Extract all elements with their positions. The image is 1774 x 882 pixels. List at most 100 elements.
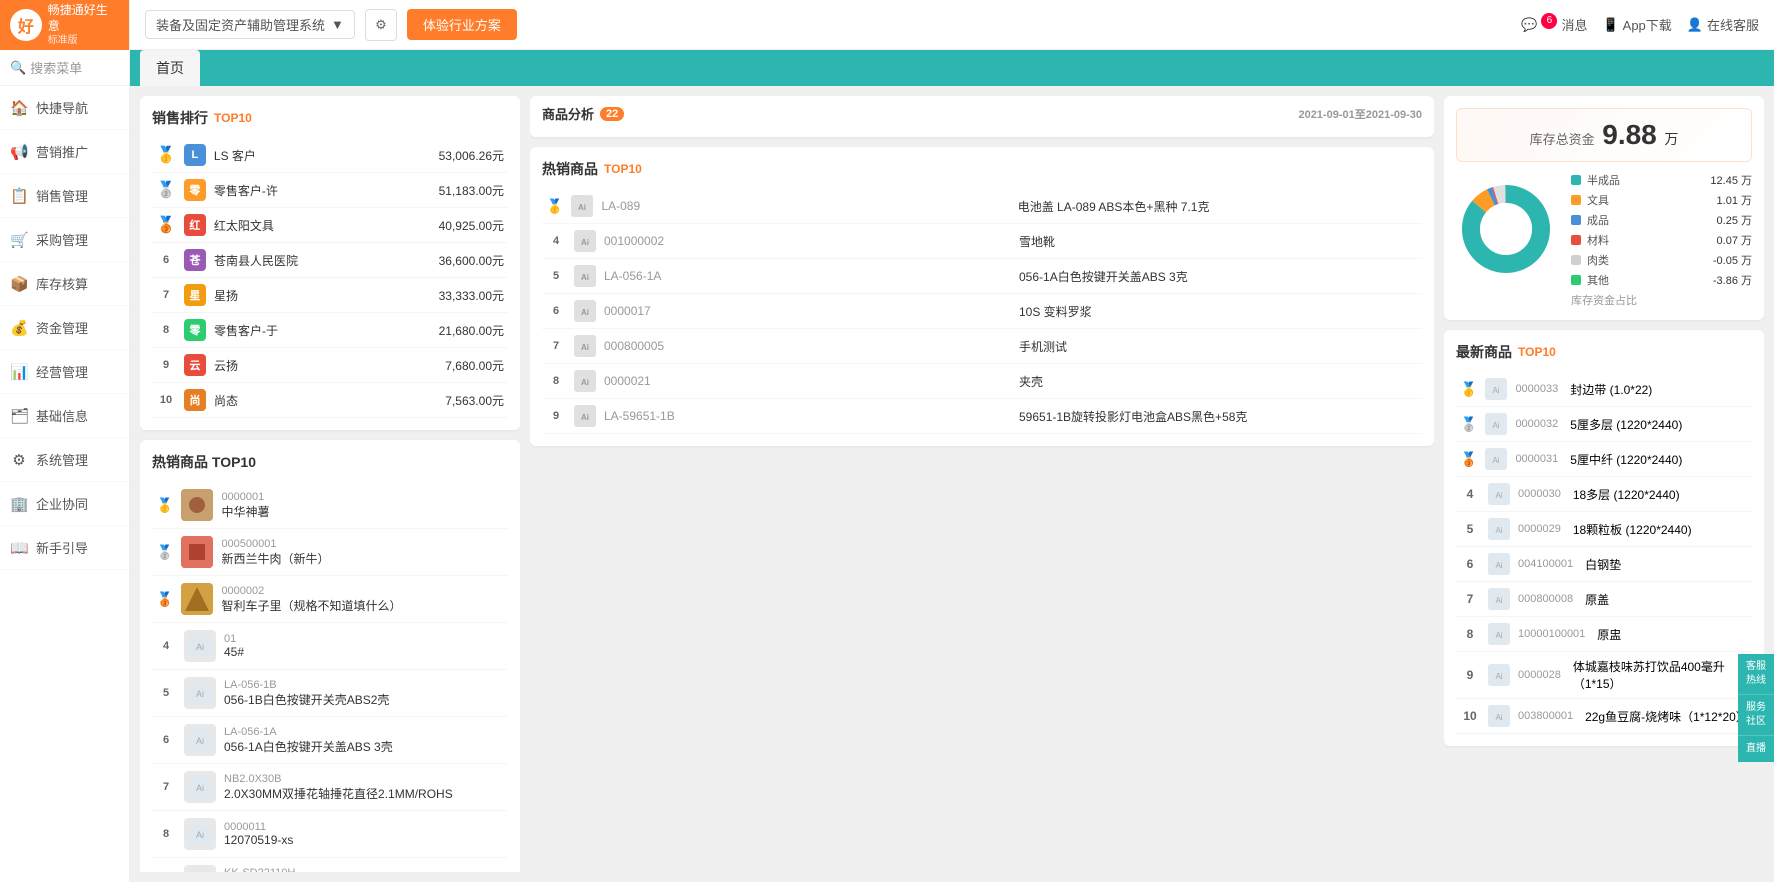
app-download-label: App下载	[1623, 15, 1672, 34]
product-thumbnail	[181, 536, 213, 568]
system-icon: ⚙	[10, 451, 28, 469]
customer-value: 21,680.00元	[439, 322, 504, 339]
service-community-button[interactable]: 服务 社区	[1738, 695, 1774, 736]
sidebar-item-marketing[interactable]: 📢 营销推广	[0, 130, 129, 174]
product-code: LA-59651-1B	[604, 409, 1003, 423]
legend-item: 肉类 -0.05 万	[1571, 252, 1752, 268]
sidebar-item-foundation[interactable]: 🗂 基础信息	[0, 394, 129, 438]
svg-text:Ai: Ai	[196, 830, 204, 840]
svg-text:Ai: Ai	[1495, 561, 1502, 570]
message-button[interactable]: 💬 6 消息	[1521, 15, 1587, 34]
sidebar-item-quick-nav[interactable]: 🏠 快捷导航	[0, 86, 129, 130]
middle-product-ranking-list: 🥇 Ai LA-089 电池盖 LA-089 ABS本色+黑种 7.1克 4 A…	[542, 189, 1422, 434]
legend-item: 其他 -3.86 万	[1571, 272, 1752, 288]
hot-products-list: 🥇 0000001 中华神薯 🥈	[152, 482, 508, 872]
svg-text:Ai: Ai	[578, 203, 586, 212]
system-selector[interactable]: 装备及固定资产辅助管理系统 ▼	[145, 10, 355, 39]
product-info: 0000002 智利车子里（规格不知道填什么）	[221, 585, 401, 614]
product-name: 雪地靴	[1019, 233, 1418, 250]
rank-number: 10	[156, 390, 176, 410]
legend-value: 0.25 万	[1717, 212, 1752, 228]
product-code: 01	[224, 633, 244, 645]
product-code: 0000001	[221, 491, 269, 503]
svg-text:Ai: Ai	[1495, 526, 1502, 535]
svg-text:Ai: Ai	[581, 238, 589, 247]
product-name: 体城嘉枝味苏打饮品400毫升（1*15）	[1573, 658, 1748, 692]
inventory-total-unit: 万	[1664, 131, 1678, 147]
product-analysis-partial: 商品分析 22 2021-09-01至2021-09-30	[530, 96, 1434, 137]
live-button[interactable]: 直播	[1738, 736, 1774, 762]
settings-button[interactable]: ⚙	[365, 9, 397, 41]
online-service-button[interactable]: 👤 在线客服	[1687, 15, 1759, 34]
right-panel: 库存总资金 9.88 万	[1444, 96, 1764, 872]
sidebar-item-label: 新手引导	[36, 538, 88, 557]
list-item: 5 Ai 0000029 18颗粒板 (1220*2440)	[1456, 512, 1752, 547]
medal-bronze-icon: 🥉	[156, 591, 173, 608]
product-info: 0000011 12070519-xs	[224, 821, 293, 847]
product-code: LA-089	[601, 199, 1001, 213]
product-code: 003800001	[1518, 710, 1573, 722]
sidebar: 好 畅捷通好生意 标准版 🔍 搜索菜单 🏠 快捷导航 📢 营销推广 📋 销售管理…	[0, 0, 130, 882]
marketing-icon: 📢	[10, 143, 28, 161]
svg-text:Ai: Ai	[1493, 386, 1500, 395]
product-thumbnail: Ai	[184, 724, 216, 756]
legend-dot	[1571, 255, 1581, 265]
mobile-icon: 📱	[1602, 17, 1618, 33]
sidebar-item-guide[interactable]: 📖 新手引导	[0, 526, 129, 570]
rank-number: 4	[156, 636, 176, 656]
inventory-legend: 半成品 12.45 万 文具 1.01 万 成品 0.25 万	[1571, 172, 1752, 288]
search-menu[interactable]: 🔍 搜索菜单	[0, 50, 129, 86]
customer-value: 53,006.26元	[439, 147, 504, 164]
top-header: 装备及固定资产辅助管理系统 ▼ ⚙ 体验行业方案 💬 6 消息 📱 App下载 …	[130, 0, 1774, 50]
legend-item: 成品 0.25 万	[1571, 212, 1752, 228]
medal-silver-icon: 🥈	[156, 544, 173, 561]
product-code: KK-SD22110H	[224, 867, 380, 873]
product-thumbnail: Ai	[1488, 588, 1510, 610]
sidebar-item-purchase[interactable]: 🛒 采购管理	[0, 218, 129, 262]
product-code: 004100001	[1518, 558, 1573, 570]
customer-name: 星扬	[214, 287, 431, 304]
avatar: 尚	[184, 389, 206, 411]
hot-products-title-text: 热销商品 TOP10	[152, 452, 256, 472]
sidebar-item-label: 企业协同	[36, 494, 88, 513]
rank-number: 9	[156, 871, 176, 872]
medal-silver-icon: 🥈	[1460, 416, 1477, 433]
list-item: 5 Ai LA-056-1B 056-1B白色按键开关壳ABS2壳	[152, 670, 508, 717]
product-code: 000800008	[1518, 593, 1573, 605]
legend-item: 文具 1.01 万	[1571, 192, 1752, 208]
legend-label: 文具	[1587, 192, 1711, 208]
chevron-down-icon: ▼	[331, 17, 344, 32]
table-row: 4 Ai 001000002 雪地靴	[542, 224, 1422, 259]
product-name: 056-1A白色按键开关盖ABS 3克	[1019, 268, 1418, 285]
rank-number: 8	[546, 371, 566, 391]
product-thumbnail: Ai	[1488, 553, 1510, 575]
product-code: 10000100001	[1518, 628, 1585, 640]
product-info: 01 45#	[224, 633, 244, 659]
customer-service-button[interactable]: 客服 热线	[1738, 654, 1774, 695]
sidebar-item-enterprise[interactable]: 🏢 企业协同	[0, 482, 129, 526]
middle-product-ranking-card: 热销商品 TOP10 🥇 Ai LA-089 电池盖 LA-089 ABS本色+…	[530, 147, 1434, 446]
list-item: 🥈 000500001 新西兰牛肉（新牛）	[152, 529, 508, 576]
app-download-button[interactable]: 📱 App下载	[1602, 15, 1671, 34]
legend-value: -0.05 万	[1713, 252, 1752, 268]
customer-ranking-title: 销售排行 TOP10	[152, 108, 508, 128]
product-code: 0000011	[224, 821, 293, 833]
sidebar-item-sales[interactable]: 📋 销售管理	[0, 174, 129, 218]
sidebar-item-finance[interactable]: 💰 资金管理	[0, 306, 129, 350]
product-name: 新西兰牛肉（新牛）	[221, 550, 329, 567]
logo-text: 畅捷通好生意 标准版	[48, 3, 119, 47]
sidebar-item-operations[interactable]: 📊 经营管理	[0, 350, 129, 394]
product-info: NB2.0X30B 2.0X30MM双捶花轴捶花直径2.1MM/ROHS	[224, 773, 453, 802]
product-code: 0000017	[604, 304, 1003, 318]
svg-text:Ai: Ai	[196, 642, 204, 652]
sidebar-item-inventory[interactable]: 📦 库存核算	[0, 262, 129, 306]
table-row: 6 苍 苍南县人民医院 36,600.00元	[152, 243, 508, 278]
trial-button[interactable]: 体验行业方案	[407, 9, 517, 40]
sidebar-item-system[interactable]: ⚙ 系统管理	[0, 438, 129, 482]
product-name: 59651-1B旋转投影灯电池盒ABS黑色+58克	[1019, 408, 1418, 425]
customer-name: LS 客户	[214, 147, 431, 164]
product-name: 45#	[224, 645, 244, 659]
customer-value: 40,925.00元	[439, 217, 504, 234]
tab-home[interactable]: 首页	[140, 50, 200, 86]
product-name: 白钢垫	[1585, 556, 1621, 573]
